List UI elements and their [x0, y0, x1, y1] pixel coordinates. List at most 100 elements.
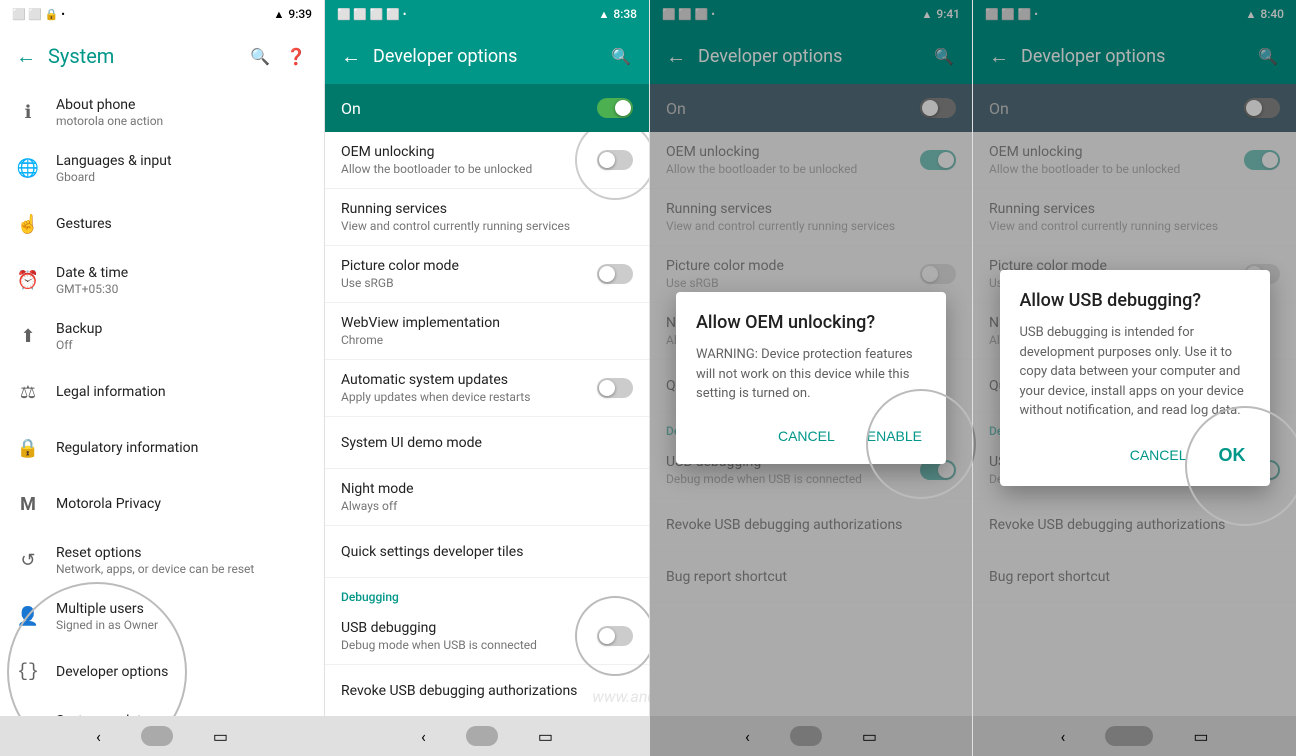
gestures-icon: ☝ — [16, 212, 40, 236]
usb-dialog: Allow USB debugging? USB debugging is in… — [1000, 270, 1270, 486]
menu-item-developer[interactable]: {} Developer options — [0, 644, 324, 700]
menu-item-reset[interactable]: ↺ Reset options Network, apps, or device… — [0, 532, 324, 588]
oem-dialog-body: WARNING: Device protection features will… — [676, 345, 946, 420]
demo-label-2: System UI demo mode — [341, 435, 633, 451]
oem-enable-button[interactable]: Enable — [855, 420, 934, 452]
motorola-text: Motorola Privacy — [56, 496, 308, 512]
reset-label: Reset options — [56, 545, 308, 561]
panel1-title: System — [48, 44, 236, 68]
status-bar-2: ⬜ ⬜ ⬜ ⬜ • ▲ 8:38 — [325, 0, 649, 28]
status-icons-right-2: ▲ 8:38 — [598, 7, 637, 21]
menu-item-languages[interactable]: 🌐 Languages & input Gboard — [0, 140, 324, 196]
setting-nightmode-2[interactable]: Night mode Always off — [325, 469, 649, 526]
backup-label: Backup — [56, 321, 308, 337]
back-icon-2[interactable]: ← — [341, 44, 361, 69]
menu-item-users[interactable]: 👤 Multiple users Signed in as Owner — [0, 588, 324, 644]
oem-cancel-button[interactable]: Cancel — [766, 420, 847, 452]
usb-dialog-body: USB debugging is intended for developmen… — [1000, 323, 1270, 437]
webview-text-2: WebView implementation Chrome — [341, 315, 633, 347]
setting-oem-2[interactable]: OEM unlocking Allow the bootloader to be… — [325, 132, 649, 189]
menu-item-systemupdates[interactable]: 📱 System updates Updated to Android 9 — [0, 700, 324, 716]
setting-revokeusb-2[interactable]: Revoke USB debugging authorizations — [325, 665, 649, 716]
backup-text: Backup Off — [56, 321, 308, 352]
nav-home-2[interactable] — [466, 726, 498, 746]
running-label-2: Running services — [341, 201, 633, 217]
autoupdates-toggle-2[interactable] — [597, 378, 633, 398]
nav-recent-1[interactable]: ▭ — [213, 727, 228, 746]
demo-text-2: System UI demo mode — [341, 435, 633, 451]
setting-demo-2[interactable]: System UI demo mode — [325, 417, 649, 469]
usbdebug-toggle-2[interactable] — [597, 626, 633, 646]
users-label: Multiple users — [56, 601, 308, 617]
nav-recent-2[interactable]: ▭ — [538, 727, 553, 746]
menu-item-about[interactable]: ℹ About phone motorola one action — [0, 84, 324, 140]
nav-back-2[interactable]: ‹ — [421, 727, 426, 746]
search-icon-2[interactable]: 🔍 — [609, 44, 633, 68]
datetime-text: Date & time GMT+05:30 — [56, 265, 308, 296]
users-sub: Signed in as Owner — [56, 618, 308, 632]
system-menu-list: ℹ About phone motorola one action 🌐 Lang… — [0, 84, 324, 716]
quicktiles-text-2: Quick settings developer tiles — [341, 544, 633, 560]
oem-toggle-wrap-2 — [597, 150, 633, 170]
reset-text: Reset options Network, apps, or device c… — [56, 545, 308, 576]
setting-running-2[interactable]: Running services View and control curren… — [325, 189, 649, 246]
about-label: About phone — [56, 97, 308, 113]
nightmode-sub-2: Always off — [341, 499, 633, 513]
panel-developer-usb-dialog: ⬜ ⬜ ⬜ • ▲ 8:40 ← Developer options 🔍 On … — [973, 0, 1296, 756]
panel-system-settings: ⬜ ⬜ 🔒 • ▲ 9:39 ← System 🔍 ❓ ℹ About phon… — [0, 0, 325, 756]
menu-item-backup[interactable]: ⬆ Backup Off — [0, 308, 324, 364]
usb-dialog-title: Allow USB debugging? — [1000, 290, 1270, 323]
oem-label-2: OEM unlocking — [341, 144, 597, 160]
nav-home-1[interactable] — [141, 726, 173, 746]
oem-dialog-overlay: Allow OEM unlocking? WARNING: Device pro… — [650, 0, 972, 756]
toolbar-2: ← Developer options 🔍 — [325, 28, 649, 84]
bottom-nav-1: ‹ ▭ — [0, 716, 324, 756]
on-row-2: On — [325, 84, 649, 132]
motorola-label: Motorola Privacy — [56, 496, 308, 512]
datetime-icon: ⏰ — [16, 268, 40, 292]
on-label-2: On — [341, 99, 361, 118]
developer-label: Developer options — [56, 664, 308, 680]
usb-cancel-button[interactable]: Cancel — [1118, 437, 1199, 474]
usbdebug-sub-2: Debug mode when USB is connected — [341, 638, 597, 652]
setting-quicktiles-2[interactable]: Quick settings developer tiles — [325, 526, 649, 578]
toolbar-1: ← System 🔍 ❓ — [0, 28, 324, 84]
usb-ok-button[interactable]: OK — [1207, 437, 1258, 474]
status-bar-1: ⬜ ⬜ 🔒 • ▲ 9:39 — [0, 0, 324, 28]
back-icon-1[interactable]: ← — [16, 44, 36, 69]
setting-webview-2[interactable]: WebView implementation Chrome — [325, 303, 649, 360]
nightmode-text-2: Night mode Always off — [341, 481, 633, 513]
usbdebug-label-2: USB debugging — [341, 620, 597, 636]
setting-colormode-2[interactable]: Picture color mode Use sRGB — [325, 246, 649, 303]
regulatory-icon: 🔒 — [16, 436, 40, 460]
setting-autoupdates-2[interactable]: Automatic system updates Apply updates w… — [325, 360, 649, 417]
on-toggle-2[interactable] — [597, 98, 633, 118]
usb-dialog-overlay: Allow USB debugging? USB debugging is in… — [973, 0, 1296, 756]
oem-dialog-title: Allow OEM unlocking? — [676, 312, 946, 345]
menu-item-datetime[interactable]: ⏰ Date & time GMT+05:30 — [0, 252, 324, 308]
search-icon-1[interactable]: 🔍 — [248, 44, 272, 68]
usb-dialog-actions: Cancel OK — [1000, 437, 1270, 478]
colormode-toggle-2[interactable] — [597, 264, 633, 284]
languages-icon: 🌐 — [16, 156, 40, 180]
webview-label-2: WebView implementation — [341, 315, 633, 331]
nav-back-1[interactable]: ‹ — [96, 727, 101, 746]
usb-toggle-wrap-2 — [597, 626, 633, 646]
quicktiles-label-2: Quick settings developer tiles — [341, 544, 633, 560]
bottom-nav-2: ‹ ▭ — [325, 716, 649, 756]
menu-item-legal[interactable]: ⚖ Legal information — [0, 364, 324, 420]
status-icons-right-1: ▲ 9:39 — [273, 7, 312, 21]
menu-item-gestures[interactable]: ☝ Gestures — [0, 196, 324, 252]
regulatory-text: Regulatory information — [56, 440, 308, 456]
setting-usbdebug-2[interactable]: USB debugging Debug mode when USB is con… — [325, 608, 649, 665]
datetime-label: Date & time — [56, 265, 308, 281]
help-icon-1[interactable]: ❓ — [284, 44, 308, 68]
menu-item-regulatory[interactable]: 🔒 Regulatory information — [0, 420, 324, 476]
running-sub-2: View and control currently running servi… — [341, 219, 633, 233]
legal-label: Legal information — [56, 384, 308, 400]
oem-toggle-2[interactable] — [597, 150, 633, 170]
autoupdates-label-2: Automatic system updates — [341, 372, 597, 388]
notification-icons-2: ⬜ ⬜ ⬜ ⬜ • — [337, 8, 406, 21]
about-sub: motorola one action — [56, 114, 308, 128]
menu-item-motorola[interactable]: M Motorola Privacy — [0, 476, 324, 532]
